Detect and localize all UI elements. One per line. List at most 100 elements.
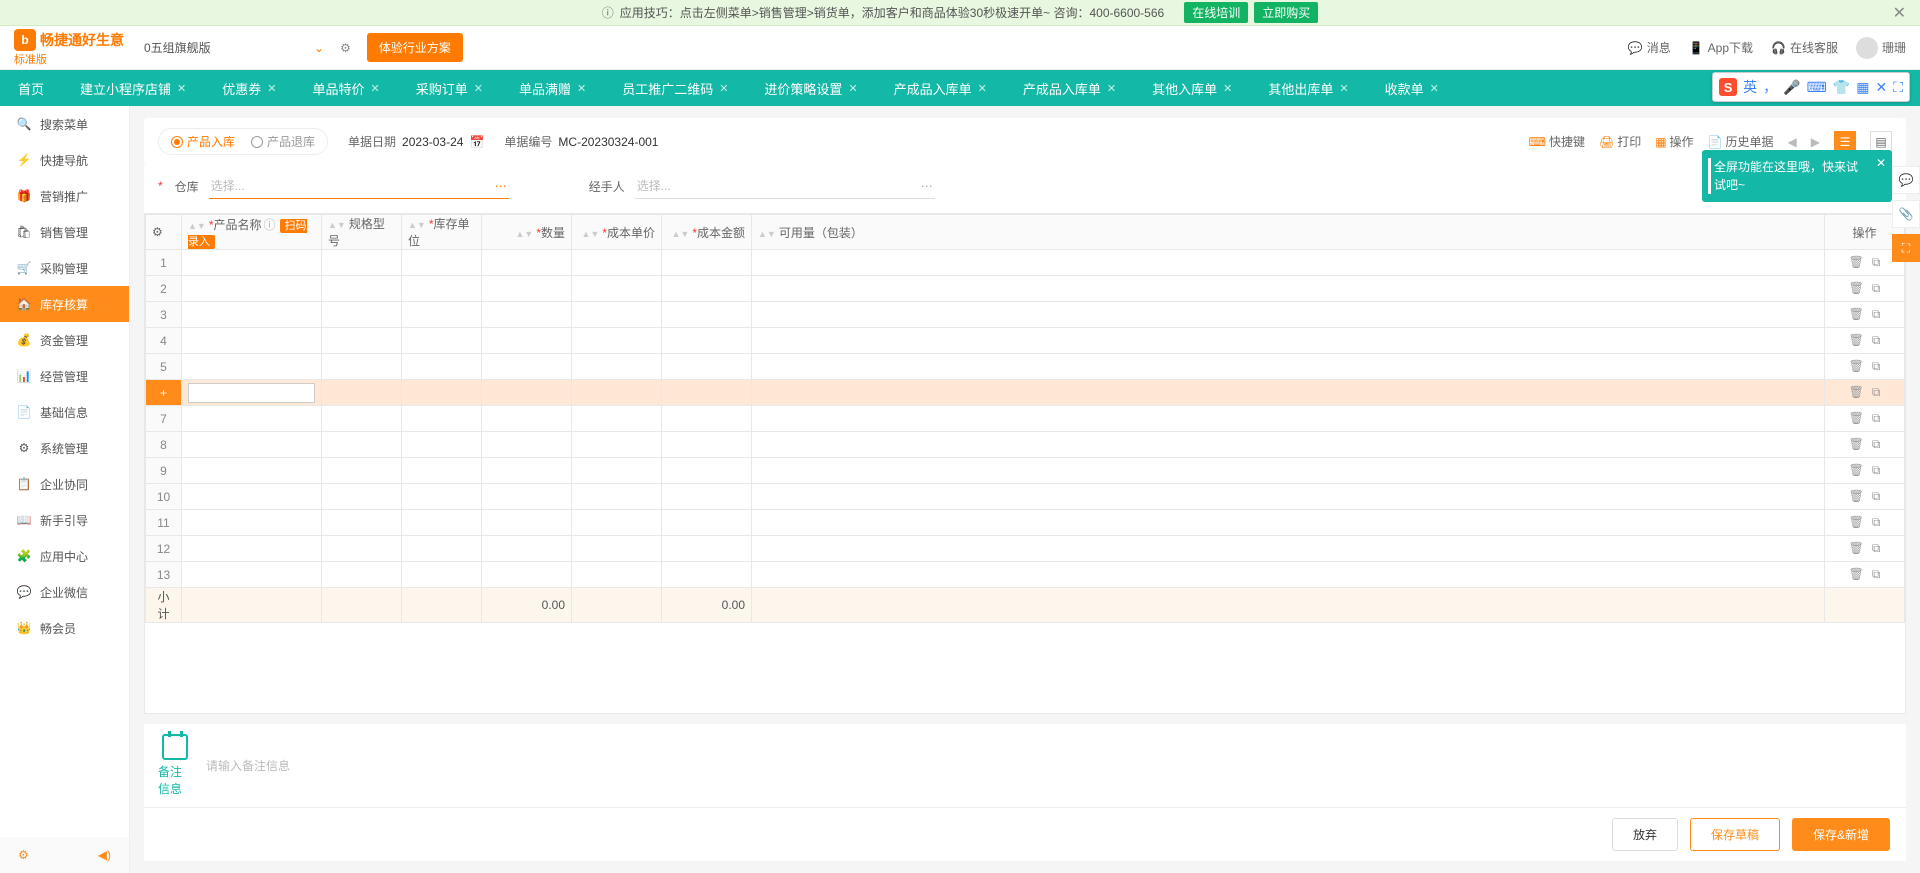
col-gear[interactable]: ⚙ bbox=[146, 215, 182, 250]
table-row[interactable]: 1🗑⧉ bbox=[146, 250, 1905, 276]
copy-icon[interactable]: ⧉ bbox=[1872, 515, 1881, 529]
table-row[interactable]: 10🗑⧉ bbox=[146, 484, 1905, 510]
help-icon[interactable]: ⓘ bbox=[264, 218, 276, 232]
sidebar-item-9[interactable]: ⚙系统管理 bbox=[0, 430, 129, 466]
ime-voice-icon[interactable]: 🎤 bbox=[1783, 79, 1800, 96]
col-price[interactable]: ▲▼*成本单价 bbox=[572, 215, 662, 250]
tab-12[interactable]: 收款单✕ bbox=[1367, 70, 1457, 106]
history-button[interactable]: 📄历史单据 bbox=[1708, 133, 1774, 150]
copy-icon[interactable]: ⧉ bbox=[1872, 463, 1881, 477]
col-qty[interactable]: ▲▼*数量 bbox=[482, 215, 572, 250]
training-button[interactable]: 在线培训 bbox=[1184, 2, 1248, 23]
fullscreen-tool-icon[interactable]: ⛶ bbox=[1892, 234, 1920, 262]
tab-close-icon[interactable]: ✕ bbox=[267, 82, 276, 95]
ime-lang[interactable]: 英 bbox=[1743, 77, 1757, 97]
col-avail[interactable]: ▲▼可用量（包装） bbox=[752, 215, 1825, 250]
delete-icon[interactable]: 🗑 bbox=[1849, 333, 1864, 347]
tab-close-icon[interactable]: ✕ bbox=[371, 82, 380, 95]
tab-11[interactable]: 其他出库单✕ bbox=[1250, 70, 1366, 106]
sidebar-item-1[interactable]: ⚡快捷导航 bbox=[0, 142, 129, 178]
sort-icon[interactable]: ▲▼ bbox=[581, 232, 599, 237]
copy-icon[interactable]: ⧉ bbox=[1872, 411, 1881, 425]
hotkey-button[interactable]: ⌨快捷键 bbox=[1529, 133, 1585, 150]
delete-icon[interactable]: 🗑 bbox=[1849, 515, 1864, 529]
tab-0[interactable]: 首页 bbox=[0, 70, 62, 106]
col-spec[interactable]: ▲▼规格型号 bbox=[322, 215, 402, 250]
remark-input[interactable]: 请输入备注信息 bbox=[206, 757, 1892, 774]
prev-arrow-icon[interactable]: ◀ bbox=[1788, 135, 1797, 149]
sidebar-item-5[interactable]: 🏠库存核算 bbox=[0, 286, 129, 322]
tab-close-icon[interactable]: ✕ bbox=[1107, 82, 1116, 95]
settings-icon[interactable]: ⚙ bbox=[18, 848, 29, 862]
copy-icon[interactable]: ⧉ bbox=[1872, 255, 1881, 269]
sidebar-item-0[interactable]: 🔍搜索菜单 bbox=[0, 106, 129, 142]
discard-button[interactable]: 放弃 bbox=[1612, 818, 1678, 851]
doc-date-value[interactable]: 2023-03-24 bbox=[402, 135, 463, 149]
sort-icon[interactable]: ▲▼ bbox=[515, 232, 533, 237]
gear-icon[interactable]: ⚙ bbox=[340, 41, 351, 55]
calendar-icon[interactable]: 📅 bbox=[469, 135, 484, 149]
tab-close-icon[interactable]: ✕ bbox=[719, 82, 728, 95]
delete-icon[interactable]: 🗑 bbox=[1849, 385, 1864, 399]
customer-service-link[interactable]: 🎧 在线客服 bbox=[1771, 39, 1838, 56]
ime-toolbar[interactable]: S 英 ， 🎤 ⌨ 👕 ▦ ✕ ⛶ bbox=[1712, 72, 1910, 102]
operations-button[interactable]: ▦操作 bbox=[1655, 133, 1693, 150]
cell-name[interactable] bbox=[182, 380, 322, 406]
copy-icon[interactable]: ⧉ bbox=[1872, 307, 1881, 321]
warehouse-select[interactable]: 选择...⋯ bbox=[209, 173, 509, 199]
col-amt[interactable]: ▲▼*成本金额 bbox=[662, 215, 752, 250]
copy-icon[interactable]: ⧉ bbox=[1872, 437, 1881, 451]
more-icon[interactable]: ⋯ bbox=[921, 179, 933, 193]
delete-icon[interactable]: 🗑 bbox=[1849, 255, 1864, 269]
table-row[interactable]: 7🗑⧉ bbox=[146, 406, 1905, 432]
delete-icon[interactable]: 🗑 bbox=[1849, 411, 1864, 425]
sidebar-item-14[interactable]: 👑畅会员 bbox=[0, 610, 129, 646]
table-row[interactable]: 8🗑⧉ bbox=[146, 432, 1905, 458]
ime-expand-icon[interactable]: ⛶ bbox=[1893, 79, 1903, 96]
radio-return[interactable]: 产品退库 bbox=[251, 133, 315, 150]
table-row[interactable]: + 🗑 ⧉ bbox=[146, 380, 1905, 406]
sidebar-item-2[interactable]: 🎁营销推广 bbox=[0, 178, 129, 214]
tab-close-icon[interactable]: ✕ bbox=[978, 82, 987, 95]
save-draft-button[interactable]: 保存草稿 bbox=[1690, 818, 1780, 851]
delete-icon[interactable]: 🗑 bbox=[1849, 567, 1864, 581]
sidebar-item-13[interactable]: 💬企业微信 bbox=[0, 574, 129, 610]
tab-8[interactable]: 产成品入库单✕ bbox=[876, 70, 1005, 106]
tab-1[interactable]: 建立小程序店铺✕ bbox=[62, 70, 204, 106]
sidebar-item-12[interactable]: 🧩应用中心 bbox=[0, 538, 129, 574]
sidebar-item-7[interactable]: 📊经营管理 bbox=[0, 358, 129, 394]
ime-keyboard-icon[interactable]: ⌨ bbox=[1807, 79, 1827, 96]
add-row-button[interactable]: + bbox=[146, 380, 182, 406]
table-row[interactable]: 5🗑⧉ bbox=[146, 354, 1905, 380]
radio-inbound[interactable]: 产品入库 bbox=[171, 133, 235, 150]
col-name[interactable]: ▲▼*产品名称ⓘ扫码录入 bbox=[182, 215, 322, 250]
tab-9[interactable]: 产成品入库单✕ bbox=[1005, 70, 1134, 106]
tab-6[interactable]: 员工推广二维码✕ bbox=[604, 70, 746, 106]
table-row[interactable]: 2🗑⧉ bbox=[146, 276, 1905, 302]
sidebar-item-3[interactable]: 🛍销售管理 bbox=[0, 214, 129, 250]
table-row[interactable]: 3🗑⧉ bbox=[146, 302, 1905, 328]
attach-tool-icon[interactable]: 📎 bbox=[1892, 200, 1920, 228]
collapse-icon[interactable]: ◀) bbox=[98, 848, 111, 862]
message-tool-icon[interactable]: 💬 bbox=[1892, 166, 1920, 194]
next-arrow-icon[interactable]: ▶ bbox=[1811, 135, 1820, 149]
delete-icon[interactable]: 🗑 bbox=[1849, 463, 1864, 477]
tab-3[interactable]: 单品特价✕ bbox=[294, 70, 397, 106]
copy-icon[interactable]: ⧉ bbox=[1872, 489, 1881, 503]
sidebar-item-6[interactable]: 💰资金管理 bbox=[0, 322, 129, 358]
copy-icon[interactable]: ⧉ bbox=[1872, 541, 1881, 555]
delete-icon[interactable]: 🗑 bbox=[1849, 489, 1864, 503]
org-select[interactable]: 0五组旗舰版 ⌄ ⚙ bbox=[144, 39, 351, 56]
ime-grid-icon[interactable]: ▦ bbox=[1856, 79, 1869, 96]
delete-icon[interactable]: 🗑 bbox=[1849, 437, 1864, 451]
table-row[interactable]: 11🗑⧉ bbox=[146, 510, 1905, 536]
ime-close-icon[interactable]: ✕ bbox=[1875, 79, 1887, 96]
tab-close-icon[interactable]: ✕ bbox=[1223, 82, 1232, 95]
sort-icon[interactable]: ▲▼ bbox=[408, 223, 426, 228]
copy-icon[interactable]: ⧉ bbox=[1872, 385, 1881, 399]
sidebar-item-8[interactable]: 📄基础信息 bbox=[0, 394, 129, 430]
copy-icon[interactable]: ⧉ bbox=[1872, 359, 1881, 373]
close-icon[interactable]: ✕ bbox=[1893, 3, 1906, 23]
ime-punct-icon[interactable]: ， bbox=[1763, 77, 1777, 97]
delete-icon[interactable]: 🗑 bbox=[1849, 281, 1864, 295]
